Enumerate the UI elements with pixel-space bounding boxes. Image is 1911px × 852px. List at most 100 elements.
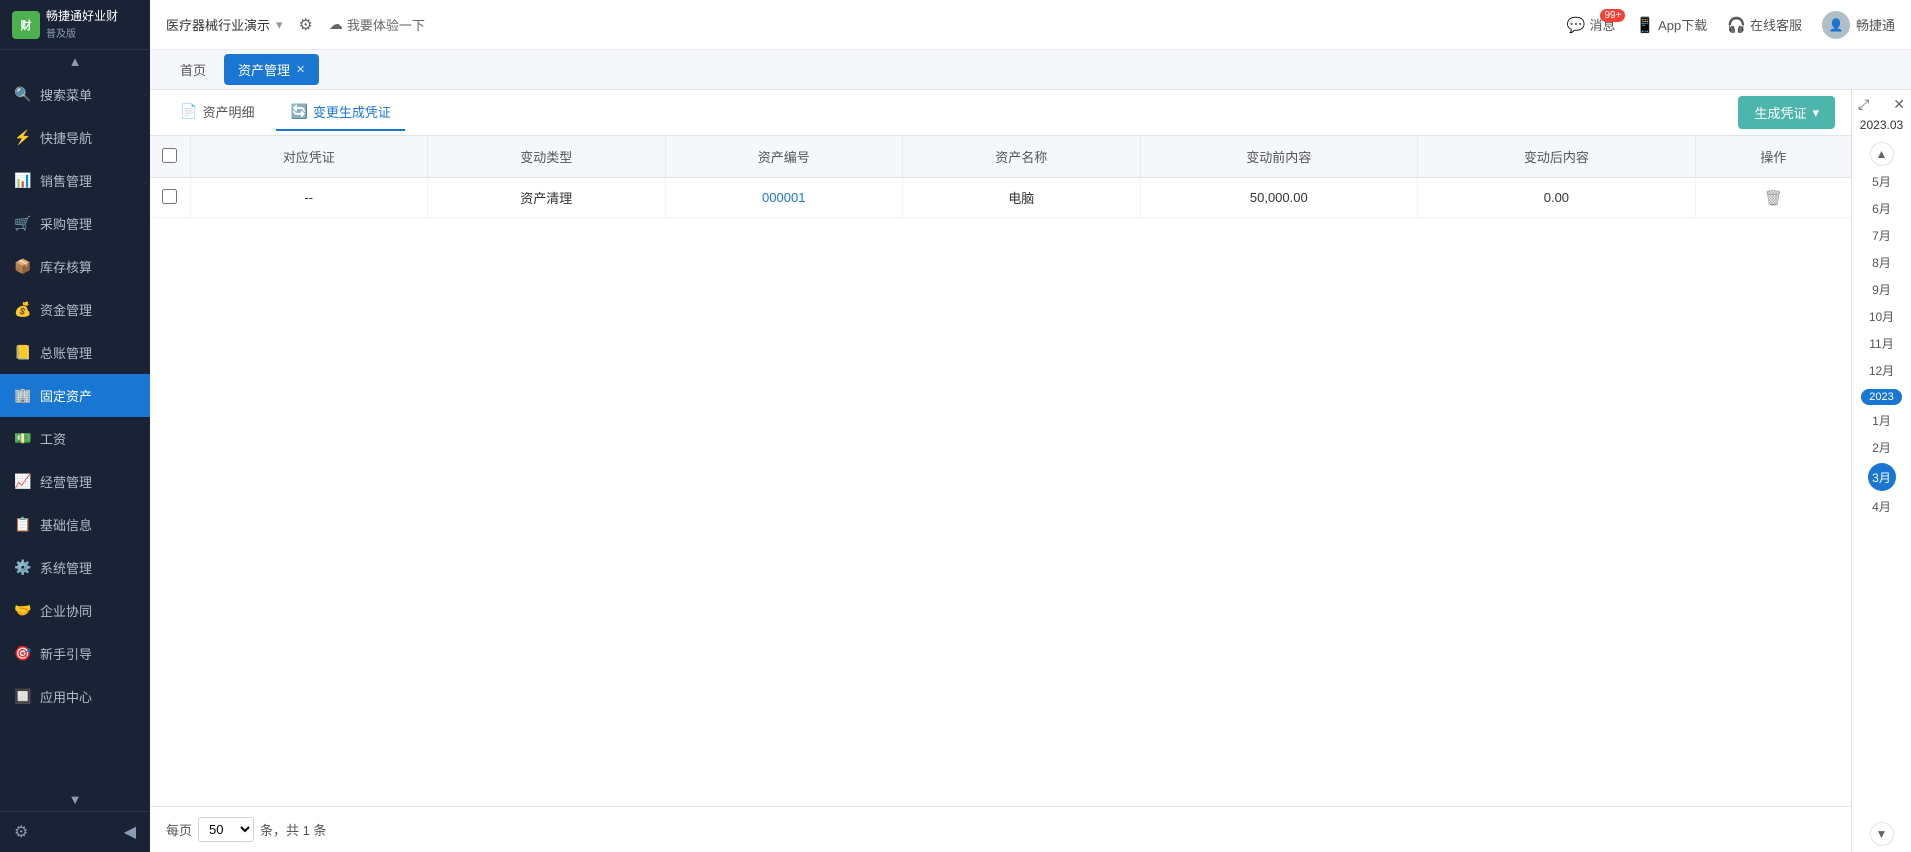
company-selector[interactable]: 医疗器械行业演示 ▾ bbox=[166, 15, 283, 34]
sidebar-item-payroll[interactable]: 💵 工资 bbox=[0, 417, 150, 460]
row-after-change: 0.00 bbox=[1418, 178, 1696, 218]
sidebar-logo: 财 畅捷通好业财 普及版 bbox=[0, 0, 150, 50]
generate-btn-label: 生成凭证 bbox=[1754, 103, 1806, 122]
sidebar-item-sales[interactable]: 📊 销售管理 bbox=[0, 159, 150, 202]
select-all-checkbox[interactable] bbox=[162, 148, 177, 163]
changevoucher-icon: 🔄 bbox=[290, 103, 307, 120]
generate-btn-arrow: ▾ bbox=[1812, 105, 1819, 121]
tab-assetmgmt-label: 资产管理 bbox=[238, 60, 290, 79]
logo-text: 畅捷通好业财 bbox=[46, 9, 118, 25]
experience-icon: ☁ bbox=[329, 16, 343, 33]
panel-month-11[interactable]: 11月 bbox=[1852, 330, 1911, 357]
panel-scroll-down[interactable]: ▼ bbox=[1870, 822, 1894, 846]
sidebar-label-sales: 销售管理 bbox=[40, 171, 92, 190]
table-header-row: 对应凭证 变动类型 资产编号 资产名称 变动前内容 变动后内容 操作 bbox=[150, 136, 1851, 178]
service-icon: 🎧 bbox=[1727, 16, 1746, 34]
company-arrow-icon: ▾ bbox=[276, 17, 283, 33]
user-label: 畅捷通 bbox=[1856, 15, 1895, 34]
sidebar-item-guide[interactable]: 🎯 新手引导 bbox=[0, 632, 150, 675]
logo-text-block: 畅捷通好业财 普及版 bbox=[46, 9, 118, 40]
panel-close-icon[interactable]: ✕ bbox=[1893, 96, 1905, 113]
sidebar-scroll-bottom[interactable]: ▼ bbox=[0, 788, 150, 811]
sidebar-item-inventory[interactable]: 📦 库存核算 bbox=[0, 245, 150, 288]
sidebar-label-purchase: 采购管理 bbox=[40, 214, 92, 233]
topbar-gear-icon[interactable]: ⚙ bbox=[299, 15, 313, 35]
sidebar-item-search[interactable]: 🔍 搜索菜单 bbox=[0, 73, 150, 116]
header-checkbox-cell bbox=[150, 136, 190, 178]
header-change-type: 变动类型 bbox=[428, 136, 666, 178]
assetdetail-icon: 📄 bbox=[180, 103, 197, 120]
total-text: 条，共 1 条 bbox=[260, 820, 326, 839]
inventory-icon: 📦 bbox=[14, 258, 32, 276]
sidebar-item-purchase[interactable]: 🛒 采购管理 bbox=[0, 202, 150, 245]
sidebar-label-operations: 经营管理 bbox=[40, 472, 92, 491]
panel-month-6[interactable]: 6月 bbox=[1852, 195, 1911, 222]
app-download-btn[interactable]: 📱 App下载 bbox=[1635, 15, 1707, 34]
header-asset-code: 资产编号 bbox=[665, 136, 903, 178]
user-btn[interactable]: 👤 畅捷通 bbox=[1822, 11, 1895, 39]
generate-voucher-button[interactable]: 生成凭证 ▾ bbox=[1738, 96, 1835, 129]
tab-close-icon[interactable]: ✕ bbox=[296, 63, 305, 76]
tab-assetmgmt[interactable]: 资产管理 ✕ bbox=[224, 54, 319, 85]
sidebar-item-collab[interactable]: 🤝 企业协同 bbox=[0, 589, 150, 632]
panel-month-8[interactable]: 8月 bbox=[1852, 249, 1911, 276]
sidebar-item-apps[interactable]: 🔲 应用中心 bbox=[0, 675, 150, 718]
collab-icon: 🤝 bbox=[14, 602, 32, 620]
sidebar-label-apps: 应用中心 bbox=[40, 687, 92, 706]
settings-icon[interactable]: ⚙ bbox=[14, 822, 28, 842]
header-voucher: 对应凭证 bbox=[190, 136, 428, 178]
table-wrapper: 对应凭证 变动类型 资产编号 资产名称 变动前内容 变动后内容 操作 bbox=[150, 136, 1851, 806]
sidebar-label-funds: 资金管理 bbox=[40, 300, 92, 319]
panel-month-12[interactable]: 12月 bbox=[1852, 357, 1911, 384]
sidebar-item-quicknav[interactable]: ⚡ 快捷导航 bbox=[0, 116, 150, 159]
sidebar-item-funds[interactable]: 💰 资金管理 bbox=[0, 288, 150, 331]
tab-home[interactable]: 首页 bbox=[166, 54, 220, 85]
experience-text: 我要体验一下 bbox=[347, 15, 425, 34]
subtab-bar: 📄 资产明细 🔄 变更生成凭证 生成凭证 ▾ bbox=[150, 90, 1851, 136]
delete-row-icon[interactable]: 🗑 bbox=[1764, 190, 1783, 207]
experience-btn[interactable]: ☁ 我要体验一下 bbox=[329, 15, 425, 34]
panel-month-10[interactable]: 10月 bbox=[1852, 303, 1911, 330]
funds-icon: 💰 bbox=[14, 301, 32, 319]
subtab-left: 📄 资产明细 🔄 变更生成凭证 bbox=[166, 94, 405, 131]
sidebar-label-inventory: 库存核算 bbox=[40, 257, 92, 276]
panel-month-2[interactable]: 2月 bbox=[1852, 434, 1911, 461]
topbar: 医疗器械行业演示 ▾ ⚙ ☁ 我要体验一下 💬 消息 99+ 📱 App下载 🎧… bbox=[150, 0, 1911, 50]
sidebar-scroll-top[interactable]: ▲ bbox=[0, 50, 150, 73]
panel-month-1[interactable]: 1月 bbox=[1852, 407, 1911, 434]
panel-scroll-up[interactable]: ▲ bbox=[1870, 142, 1894, 166]
service-btn[interactable]: 🎧 在线客服 bbox=[1727, 15, 1802, 34]
ledger-icon: 📒 bbox=[14, 344, 32, 362]
panel-month-4[interactable]: 4月 bbox=[1852, 493, 1911, 520]
panel-expand-icon[interactable]: ⤢ bbox=[1858, 96, 1869, 113]
header-asset-name: 资产名称 bbox=[903, 136, 1141, 178]
row-checkbox[interactable] bbox=[162, 189, 177, 204]
message-btn[interactable]: 💬 消息 99+ bbox=[1567, 15, 1616, 34]
sidebar-label-search: 搜索菜单 bbox=[40, 85, 92, 104]
collapse-icon[interactable]: ◀ bbox=[124, 822, 136, 842]
sidebar-label-system: 系统管理 bbox=[40, 558, 92, 577]
sidebar-item-basic[interactable]: 📋 基础信息 bbox=[0, 503, 150, 546]
panel-month-5[interactable]: 5月 bbox=[1852, 168, 1911, 195]
page-size-select[interactable]: 50 10 20 100 bbox=[198, 817, 254, 842]
sidebar-item-fixedassets[interactable]: 🏢 固定资产 bbox=[0, 374, 150, 417]
row-change-type: 资产清理 bbox=[428, 178, 666, 218]
app-icon: 📱 bbox=[1635, 16, 1654, 34]
sidebar-item-operations[interactable]: 📈 经营管理 bbox=[0, 460, 150, 503]
subtab-assetdetail[interactable]: 📄 资产明细 bbox=[166, 94, 268, 131]
service-label: 在线客服 bbox=[1750, 15, 1802, 34]
panel-month-3-active[interactable]: 3月 bbox=[1868, 463, 1896, 491]
pagination-bar: 每页 50 10 20 100 条，共 1 条 bbox=[150, 806, 1851, 852]
table-row: -- 资产清理 000001 电脑 50,000.00 0.00 🗑 bbox=[150, 178, 1851, 218]
panel-year-label: 2023 bbox=[1861, 389, 1901, 405]
row-asset-code[interactable]: 000001 bbox=[665, 178, 903, 218]
panel-month-7[interactable]: 7月 bbox=[1852, 222, 1911, 249]
subtab-changevoucher[interactable]: 🔄 变更生成凭证 bbox=[276, 94, 404, 131]
sidebar-bottom: ⚙ ◀ bbox=[0, 811, 150, 852]
panel-month-9[interactable]: 9月 bbox=[1852, 276, 1911, 303]
row-checkbox-cell bbox=[150, 178, 190, 218]
sidebar-item-ledger[interactable]: 📒 总账管理 bbox=[0, 331, 150, 374]
quicknav-icon: ⚡ bbox=[14, 129, 32, 147]
sidebar-item-system[interactable]: ⚙️ 系统管理 bbox=[0, 546, 150, 589]
content-area: 📄 资产明细 🔄 变更生成凭证 生成凭证 ▾ bbox=[150, 90, 1911, 852]
